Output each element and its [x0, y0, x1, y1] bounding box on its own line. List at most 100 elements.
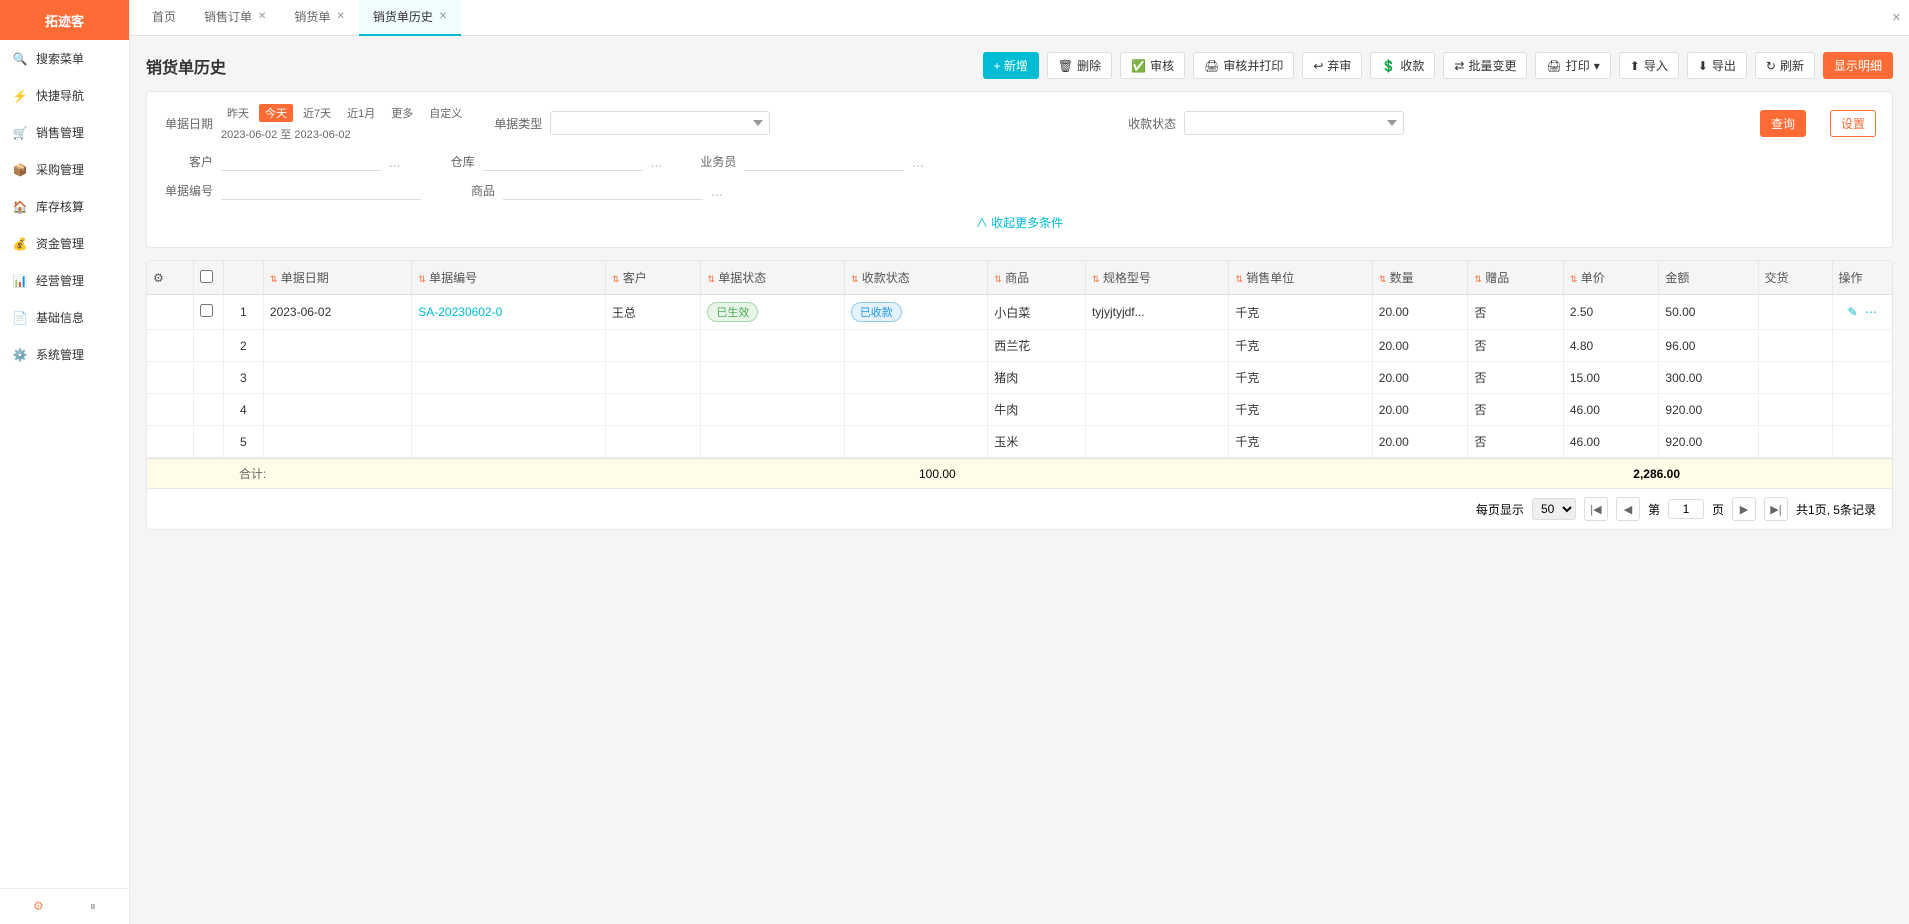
close-all-tabs[interactable]: ✕	[1892, 11, 1901, 24]
sidebar-item-search-menu[interactable]: 🔍 搜索菜单	[0, 40, 129, 77]
sidebar-item-sales-mgmt[interactable]: 🛒 销售管理	[0, 114, 129, 151]
col-customer[interactable]: ⇅ 客户	[605, 261, 701, 295]
sidebar-item-quick-nav[interactable]: ⚡ 快捷导航	[0, 77, 129, 114]
col-gear[interactable]: ⚙	[147, 261, 193, 295]
refresh-button[interactable]: ↻ 刷新	[1755, 52, 1815, 79]
cell-checkbox-5[interactable]	[193, 426, 223, 458]
collapse-button[interactable]: ∧ 收起更多条件	[163, 210, 1876, 235]
cell-sales-unit-4: 千克	[1229, 394, 1372, 426]
cell-checkbox-3[interactable]	[193, 362, 223, 394]
docno-input[interactable]	[221, 181, 421, 200]
cell-quantity-1: 20.00	[1372, 295, 1468, 330]
date-tab-yesterday[interactable]: 昨天	[221, 104, 255, 122]
cell-doc-status-2	[701, 330, 844, 362]
doc-type-select[interactable]	[550, 111, 770, 135]
date-tab-today[interactable]: 今天	[259, 104, 293, 122]
query-button[interactable]: 查询	[1760, 110, 1806, 137]
col-quantity[interactable]: ⇅ 数量	[1372, 261, 1468, 295]
col-amount[interactable]: 金额	[1659, 261, 1758, 295]
settings-button[interactable]: 设置	[1830, 110, 1876, 137]
audit-button[interactable]: ✅ 审核	[1120, 52, 1185, 79]
first-page-btn[interactable]: |◀	[1584, 497, 1608, 521]
col-doc-no[interactable]: ⇅ 单据编号	[412, 261, 606, 295]
date-tab-more[interactable]: 更多	[385, 104, 419, 122]
product-ellipsis[interactable]: ...	[711, 183, 723, 199]
lightning-icon: ⚡	[12, 88, 28, 104]
data-table-container: ⚙ ⇅ 单据日期 ⇅ 单据编号 ⇅ 客户 ⇅ 单据状态 ⇅ 收款状态 ⇅ 商品 …	[146, 260, 1893, 530]
cell-doc-no-1[interactable]: SA-20230602-0	[412, 295, 606, 330]
product-input[interactable]	[503, 181, 703, 200]
import-button[interactable]: ⬆ 导入	[1619, 52, 1679, 79]
delete-button[interactable]: 🗑 删除	[1047, 52, 1112, 79]
cell-doc-status-5	[701, 426, 844, 458]
cell-checkbox-2[interactable]	[193, 330, 223, 362]
page-input[interactable]	[1668, 499, 1704, 519]
show-detail-button[interactable]: 显示明细	[1823, 52, 1893, 79]
date-tab-7days[interactable]: 近7天	[297, 104, 337, 122]
customer-input[interactable]	[221, 152, 381, 171]
close-sales-order-icon[interactable]: ✕	[258, 11, 266, 22]
sidebar-settings-icon[interactable]: ⚙	[33, 899, 44, 914]
prev-page-btn[interactable]: ◀	[1616, 497, 1640, 521]
warehouse-input[interactable]	[483, 152, 643, 171]
audit-print-button[interactable]: 🖨 审核并打印	[1193, 52, 1294, 79]
tab-sales-history[interactable]: 销货单历史 ✕	[359, 0, 461, 36]
close-sales-history-icon[interactable]: ✕	[439, 11, 447, 22]
sidebar-item-operations[interactable]: 📊 经营管理	[0, 262, 129, 299]
page-size-select[interactable]: 50	[1532, 498, 1576, 520]
date-tab-custom[interactable]: 自定义	[423, 104, 468, 122]
warehouse-ellipsis[interactable]: ...	[651, 154, 663, 170]
col-unit-price[interactable]: ⇅ 单价	[1563, 261, 1659, 295]
sort-unit-price-icon: ⇅	[1570, 274, 1578, 284]
select-all-checkbox[interactable]	[200, 270, 213, 283]
tab-sales-delivery[interactable]: 销货单 ✕	[280, 0, 358, 36]
edit-icon-1[interactable]: ✎	[1848, 305, 1858, 319]
payment-status-select[interactable]	[1184, 111, 1404, 135]
payment-status-select-container	[1184, 111, 1404, 135]
col-checkbox[interactable]	[193, 261, 223, 295]
more-icon-1[interactable]: ⋯	[1865, 305, 1877, 319]
last-page-btn[interactable]: ▶|	[1764, 497, 1788, 521]
sidebar-item-finance[interactable]: 💰 资金管理	[0, 225, 129, 262]
customer-ellipsis[interactable]: ...	[389, 154, 401, 170]
sidebar-item-purchase-mgmt[interactable]: 📦 采购管理	[0, 151, 129, 188]
cell-amount-4: 920.00	[1659, 394, 1758, 426]
cell-doc-no-4	[412, 394, 606, 426]
abandon-button[interactable]: ↩ 弃审	[1302, 52, 1362, 79]
main-content: 首页 销售订单 ✕ 销货单 ✕ 销货单历史 ✕ ✕ 销货单历史 + 新增 🗑 删…	[130, 0, 1909, 924]
cell-checkbox-4[interactable]	[193, 394, 223, 426]
col-transaction[interactable]: 交货	[1758, 261, 1832, 295]
cell-gift-3: 否	[1468, 362, 1564, 394]
sort-product-icon: ⇅	[994, 274, 1002, 284]
table-row: 2 西兰花 千克 20.00 否 4.80 96.00	[147, 330, 1892, 362]
sidebar-collapse-icon[interactable]: ⏸	[90, 899, 96, 914]
col-doc-status[interactable]: ⇅ 单据状态	[701, 261, 844, 295]
next-page-btn[interactable]: ▶	[1732, 497, 1756, 521]
col-product[interactable]: ⇅ 商品	[988, 261, 1086, 295]
salesperson-ellipsis[interactable]: ...	[912, 154, 924, 170]
new-button[interactable]: + 新增	[983, 52, 1039, 79]
tab-sales-order[interactable]: 销售订单 ✕	[190, 0, 280, 36]
print-button[interactable]: 🖨 打印 ▾	[1535, 52, 1610, 79]
cell-customer-2	[605, 330, 701, 362]
docno-filter: 单据编号	[163, 181, 421, 200]
date-tabs: 昨天 今天 近7天 近1月 更多 自定义	[221, 104, 468, 122]
row-checkbox-1[interactable]	[200, 304, 213, 317]
collect-button[interactable]: 💲 收款	[1370, 52, 1435, 79]
sidebar-item-inventory[interactable]: 🏠 库存核算	[0, 188, 129, 225]
salesperson-input[interactable]	[744, 152, 904, 171]
cell-doc-date-3	[263, 362, 411, 394]
col-gift[interactable]: ⇅ 赠品	[1468, 261, 1564, 295]
export-button[interactable]: ⬇ 导出	[1687, 52, 1747, 79]
col-doc-date[interactable]: ⇅ 单据日期	[263, 261, 411, 295]
sidebar-item-sys-mgmt[interactable]: ⚙️ 系统管理	[0, 336, 129, 373]
col-spec-type[interactable]: ⇅ 规格型号	[1085, 261, 1228, 295]
date-tab-1month[interactable]: 近1月	[341, 104, 381, 122]
cell-checkbox-1[interactable]	[193, 295, 223, 330]
sidebar-item-basic-info[interactable]: 📄 基础信息	[0, 299, 129, 336]
close-sales-delivery-icon[interactable]: ✕	[336, 11, 344, 22]
tab-home[interactable]: 首页	[138, 0, 190, 36]
col-payment-status[interactable]: ⇅ 收款状态	[844, 261, 987, 295]
batch-change-button[interactable]: ⇄ 批量变更	[1443, 52, 1527, 79]
col-sales-unit[interactable]: ⇅ 销售单位	[1229, 261, 1372, 295]
